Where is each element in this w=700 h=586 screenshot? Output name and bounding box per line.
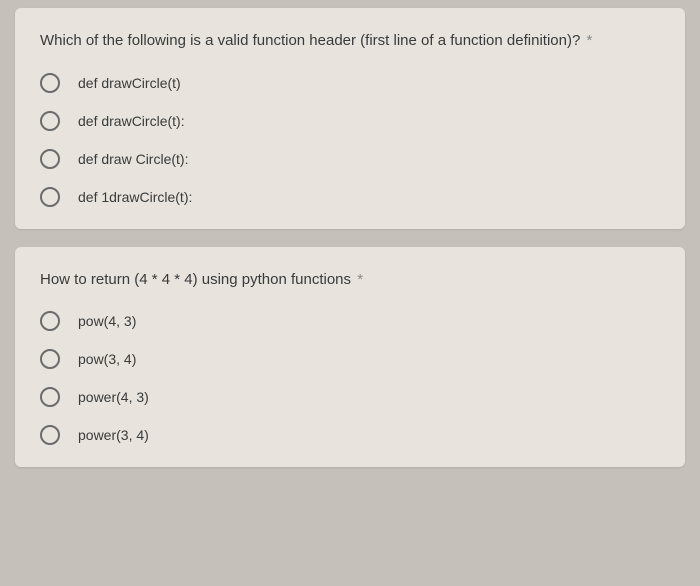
radio-button[interactable] — [40, 111, 60, 131]
radio-button[interactable] — [40, 425, 60, 445]
option-row[interactable]: def drawCircle(t): — [40, 111, 660, 131]
option-row[interactable]: power(4, 3) — [40, 387, 660, 407]
option-row[interactable]: pow(3, 4) — [40, 349, 660, 369]
required-asterisk: * — [357, 271, 363, 288]
option-row[interactable]: def drawCircle(t) — [40, 73, 660, 93]
radio-button[interactable] — [40, 349, 60, 369]
question-card-2: How to return (4 * 4 * 4) using python f… — [15, 247, 685, 468]
option-label: pow(4, 3) — [78, 313, 136, 329]
radio-button[interactable] — [40, 73, 60, 93]
question-card-1: Which of the following is a valid functi… — [15, 8, 685, 229]
question-text: Which of the following is a valid functi… — [40, 30, 660, 53]
option-label: pow(3, 4) — [78, 351, 136, 367]
radio-button[interactable] — [40, 149, 60, 169]
option-row[interactable]: def draw Circle(t): — [40, 149, 660, 169]
option-row[interactable]: pow(4, 3) — [40, 311, 660, 331]
option-row[interactable]: def 1drawCircle(t): — [40, 187, 660, 207]
question-text: How to return (4 * 4 * 4) using python f… — [40, 269, 660, 292]
option-row[interactable]: power(3, 4) — [40, 425, 660, 445]
option-label: power(4, 3) — [78, 389, 149, 405]
radio-button[interactable] — [40, 311, 60, 331]
radio-button[interactable] — [40, 187, 60, 207]
option-label: def 1drawCircle(t): — [78, 189, 192, 205]
radio-button[interactable] — [40, 387, 60, 407]
option-label: def draw Circle(t): — [78, 151, 188, 167]
option-label: power(3, 4) — [78, 427, 149, 443]
question-prompt: How to return (4 * 4 * 4) using python f… — [40, 271, 351, 288]
option-label: def drawCircle(t): — [78, 113, 185, 129]
option-label: def drawCircle(t) — [78, 75, 181, 91]
question-prompt: Which of the following is a valid functi… — [40, 32, 580, 49]
required-asterisk: * — [586, 32, 592, 49]
